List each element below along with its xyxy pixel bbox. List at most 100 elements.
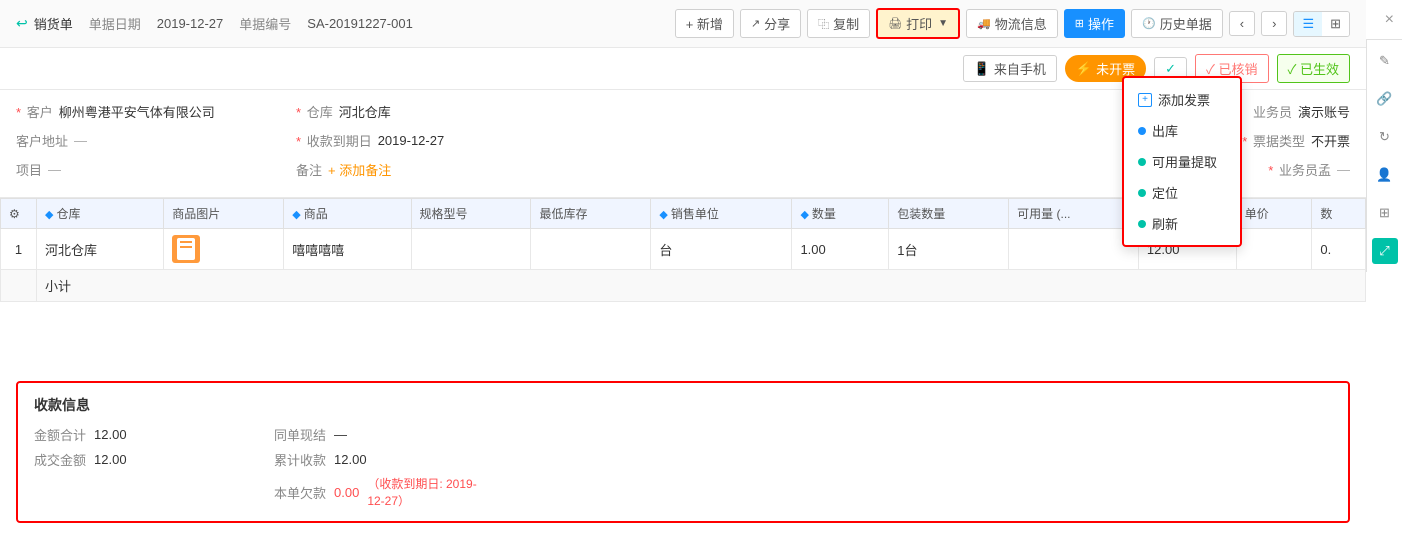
dropdown-add-invoice[interactable]: + 添加发票 [1124, 84, 1240, 115]
invoice-type-field: * 票据类型 不开票 [1242, 131, 1350, 150]
from-phone-button[interactable]: 📱 来自手机 [963, 55, 1057, 82]
document-header: ↩ 销货单 单据日期 2019-12-27 单据编号 SA-20191227-0… [0, 0, 1366, 48]
payment-section: 收款信息 金额合计 12.00 同单现结 — 成交金额 12.00 累计收款 1… [16, 381, 1350, 523]
amount-total-item: 金额合计 12.00 [34, 425, 254, 444]
view-toggle: ☰ ⊞ [1293, 11, 1350, 37]
project-field: 项目 — [16, 160, 296, 179]
outbound-dot [1138, 127, 1146, 135]
operation-dropdown: + 添加发票 出库 可用量提取 定位 刷新 [1122, 76, 1242, 247]
new-button[interactable]: + 新增 [675, 9, 734, 38]
row-quantity: 1.00 [792, 229, 889, 270]
customer-value: 柳州粤港平安气体有限公司 [59, 102, 215, 121]
current-due-item: 本单欠款 0.00 （收款到期日: 2019-12-27） [274, 475, 494, 509]
col-product-img: 商品图片 [164, 199, 284, 229]
same-order-settlement-value: — [334, 427, 347, 442]
address-value: — [74, 133, 87, 148]
invoice-type-value: 不开票 [1311, 131, 1350, 150]
print-button[interactable]: 🖨 打印 ▼ [876, 8, 960, 39]
sidebar-expand-icon[interactable]: ⤢ [1372, 238, 1398, 264]
row-amount: 0. [1312, 229, 1366, 270]
col-spec: 规格型号 [411, 199, 531, 229]
salesperson-value: 演示账号 [1298, 102, 1350, 121]
customer-field: * 客户 柳州粤港平安气体有限公司 [16, 102, 296, 121]
transaction-amount-item: 成交金额 12.00 [34, 450, 254, 469]
next-record-button[interactable]: › [1261, 11, 1287, 36]
salesperson2-value: — [1337, 162, 1350, 177]
page-wrapper: 首页 库存期初 × 销货单 × 销货单历史 × 查看销货单 × × ↩ 销货单 [0, 0, 1402, 533]
subtotal-label: 小计 [37, 270, 1366, 302]
dropdown-refresh[interactable]: 刷新 [1124, 208, 1240, 239]
payment-date-field: * 收款到期日 2019-12-27 [296, 131, 576, 150]
payment-date-value: 2019-12-27 [378, 133, 445, 148]
doc-meta: 单据日期 2019-12-27 单据编号 SA-20191227-001 [89, 14, 413, 33]
cumulative-payment-value: 12.00 [334, 452, 367, 467]
row-pack-qty: 1台 [889, 229, 1009, 270]
window-close-button[interactable]: × [1385, 11, 1394, 29]
history-button[interactable]: 🕐 历史单据 [1131, 9, 1223, 38]
col-unit-price: 单价 [1236, 199, 1312, 229]
col-warehouse: ◆仓库 [37, 199, 164, 229]
copy-button[interactable]: ⿻ 复制 [807, 9, 870, 38]
payment-title: 收款信息 [34, 395, 1332, 415]
operation-button[interactable]: ⊞ 操作 [1064, 9, 1125, 38]
doc-title-icon: ↩ [16, 15, 28, 32]
available-qty-dot [1138, 158, 1146, 166]
warehouse-field: * 仓库 河北仓库 [296, 102, 576, 121]
document-title: ↩ 销货单 [16, 14, 73, 33]
date-value: 2019-12-27 [157, 16, 224, 31]
sidebar-user-icon[interactable]: 👤 [1372, 162, 1398, 188]
view-grid-button[interactable]: ⊞ [1322, 12, 1349, 36]
col-available: 可用量 (... [1009, 199, 1139, 229]
add-invoice-icon: + [1138, 93, 1152, 107]
row-min-stock [531, 229, 651, 270]
sidebar-link-icon[interactable]: 🔗 [1372, 86, 1398, 112]
salesperson2-field: * 业务员孟 — [1268, 160, 1350, 179]
logistics-button[interactable]: 🚚 物流信息 [966, 9, 1058, 38]
col-min-stock: 最低库存 [531, 199, 651, 229]
row-product: 嘻嘻嘻嘻 [284, 229, 411, 270]
row-product-img [164, 229, 284, 270]
date-label: 单据日期 [89, 14, 141, 33]
current-due-hint: （收款到期日: 2019-12-27） [367, 475, 494, 509]
project-value: — [48, 162, 61, 177]
cumulative-payment-item: 累计收款 12.00 [274, 450, 494, 469]
add-note-button[interactable]: + 添加备注 [328, 160, 391, 179]
refresh-dot [1138, 220, 1146, 228]
dropdown-locate[interactable]: 定位 [1124, 177, 1240, 208]
locate-dot [1138, 189, 1146, 197]
address-field: 客户地址 — [16, 131, 296, 150]
col-settings: ⚙ [1, 199, 37, 229]
row-available [1009, 229, 1139, 270]
row-num: 1 [1, 229, 37, 270]
prev-record-button[interactable]: ‹ [1229, 11, 1255, 36]
view-list-button[interactable]: ☰ [1294, 12, 1322, 36]
sidebar-rotate-icon[interactable]: ↻ [1372, 124, 1398, 150]
right-sidebar: ✎ 🔗 ↻ 👤 ⊞ ⤢ [1366, 40, 1402, 272]
sidebar-edit-icon[interactable]: ✎ [1372, 48, 1398, 74]
note-field: 备注 + 添加备注 [296, 160, 576, 179]
col-amount: 数 [1312, 199, 1366, 229]
row-spec [411, 229, 531, 270]
transaction-amount-value: 12.00 [94, 452, 127, 467]
number-value: SA-20191227-001 [307, 16, 413, 31]
col-product: ◆商品 [284, 199, 411, 229]
col-quantity: ◆数量 [792, 199, 889, 229]
same-order-settlement-item: 同单现结 — [274, 425, 494, 444]
doc-title-text: 销货单 [34, 14, 73, 33]
row-warehouse: 河北仓库 [37, 229, 164, 270]
number-label: 单据编号 [239, 14, 291, 33]
doc-toolbar: + 新增 ↗ 分享 ⿻ 复制 🖨 打印 ▼ 🚚 物流信息 [675, 8, 1350, 39]
row-unit-price [1236, 229, 1312, 270]
current-due-value: 0.00 [334, 485, 359, 500]
row-sales-unit: 台 [651, 229, 792, 270]
warehouse-value: 河北仓库 [339, 102, 391, 121]
effective-status[interactable]: ✓ 已生效 [1277, 54, 1351, 83]
col-sales-unit: ◆销售单位 [651, 199, 792, 229]
amount-total-value: 12.00 [94, 427, 127, 442]
sidebar-table-icon[interactable]: ⊞ [1372, 200, 1398, 226]
dropdown-available-qty[interactable]: 可用量提取 [1124, 146, 1240, 177]
subtotal-row: 小计 [1, 270, 1366, 302]
share-button[interactable]: ↗ 分享 [740, 9, 801, 38]
salesperson-field: 业务员 演示账号 [1253, 102, 1350, 121]
dropdown-outbound[interactable]: 出库 [1124, 115, 1240, 146]
